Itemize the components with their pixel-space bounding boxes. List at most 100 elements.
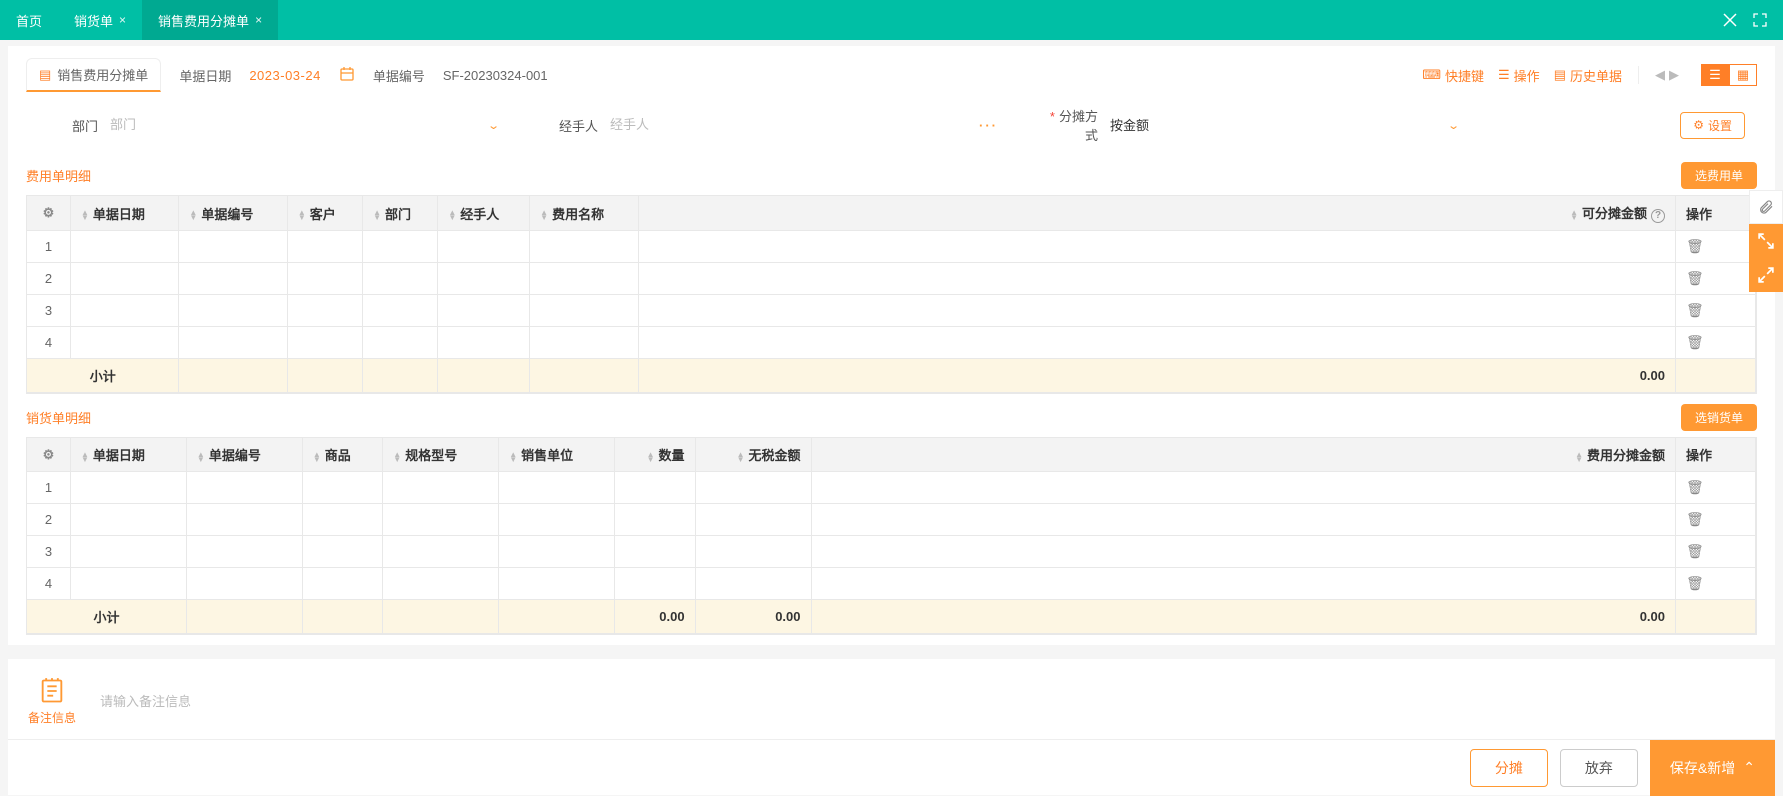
- shortcut-link[interactable]: ⌨快捷键: [1422, 66, 1484, 85]
- delete-icon[interactable]: 🗑: [1686, 238, 1704, 254]
- cell[interactable]: [71, 231, 179, 263]
- cell[interactable]: [288, 327, 363, 359]
- cell[interactable]: [812, 568, 1677, 600]
- cell[interactable]: [438, 263, 530, 295]
- cell[interactable]: [288, 263, 363, 295]
- calendar-icon[interactable]: [339, 66, 355, 85]
- cell[interactable]: [383, 504, 499, 536]
- cell[interactable]: [187, 536, 303, 568]
- cell[interactable]: [71, 504, 187, 536]
- gear-icon[interactable]: ⚙: [43, 205, 55, 220]
- cell[interactable]: [639, 327, 1676, 359]
- cell[interactable]: [438, 327, 530, 359]
- chevron-down-icon[interactable]: ⌄: [487, 119, 500, 132]
- select-sales-order-button[interactable]: 选销货单: [1681, 404, 1757, 431]
- delete-icon[interactable]: 🗑: [1686, 270, 1704, 286]
- cell[interactable]: [812, 472, 1677, 504]
- delete-icon[interactable]: 🗑: [1686, 302, 1704, 318]
- allocate-button[interactable]: 分摊: [1470, 749, 1548, 787]
- table-row[interactable]: 3🗑: [27, 536, 1756, 568]
- save-and-new-button[interactable]: 保存&新增⌃: [1650, 740, 1775, 796]
- cell[interactable]: [179, 295, 287, 327]
- cell[interactable]: [363, 263, 438, 295]
- chevron-down-icon[interactable]: ⌄: [1447, 119, 1460, 132]
- cell[interactable]: [639, 231, 1676, 263]
- close-icon[interactable]: ×: [255, 13, 262, 27]
- cell[interactable]: [303, 568, 383, 600]
- cell[interactable]: [288, 231, 363, 263]
- tab-sales-order[interactable]: 销货单×: [58, 0, 142, 40]
- handler-input[interactable]: [608, 113, 979, 137]
- select-fee-order-button[interactable]: 选费用单: [1681, 162, 1757, 189]
- alloc-select[interactable]: [1108, 113, 1449, 137]
- grid-view-icon[interactable]: ▦: [1729, 64, 1757, 86]
- cell[interactable]: [499, 504, 615, 536]
- discard-button[interactable]: 放弃: [1560, 749, 1638, 787]
- close-window-icon[interactable]: [1717, 7, 1743, 33]
- cell[interactable]: [363, 295, 438, 327]
- cell[interactable]: [187, 472, 303, 504]
- cell[interactable]: [615, 536, 695, 568]
- table-row[interactable]: 3🗑: [27, 295, 1756, 327]
- cell[interactable]: [438, 295, 530, 327]
- cell[interactable]: [179, 231, 287, 263]
- cell[interactable]: [187, 568, 303, 600]
- cell[interactable]: [71, 536, 187, 568]
- cell[interactable]: [303, 504, 383, 536]
- delete-icon[interactable]: 🗑: [1686, 511, 1704, 527]
- cell[interactable]: [363, 327, 438, 359]
- cell[interactable]: [71, 263, 179, 295]
- expand-icon[interactable]: [1749, 224, 1783, 258]
- prev-icon[interactable]: ◀: [1655, 67, 1665, 83]
- cell[interactable]: [615, 568, 695, 600]
- cell[interactable]: [438, 231, 530, 263]
- cell[interactable]: [530, 327, 638, 359]
- cell[interactable]: [812, 536, 1677, 568]
- list-view-icon[interactable]: ☰: [1701, 64, 1729, 86]
- next-icon[interactable]: ▶: [1669, 67, 1679, 83]
- cell[interactable]: [499, 472, 615, 504]
- cell[interactable]: [530, 263, 638, 295]
- cell[interactable]: [303, 536, 383, 568]
- table-row[interactable]: 2🗑: [27, 504, 1756, 536]
- table-row[interactable]: 2🗑: [27, 263, 1756, 295]
- dept-input[interactable]: [108, 113, 489, 137]
- attachment-icon[interactable]: [1749, 190, 1783, 224]
- date-value[interactable]: 2023-03-24: [249, 68, 321, 83]
- help-icon[interactable]: ?: [1651, 209, 1665, 223]
- table-row[interactable]: 1🗑: [27, 231, 1756, 263]
- cell[interactable]: [383, 536, 499, 568]
- gear-icon[interactable]: ⚙: [43, 447, 55, 462]
- cell[interactable]: [71, 295, 179, 327]
- collapse-icon[interactable]: [1749, 258, 1783, 292]
- history-link[interactable]: ▤历史单据: [1554, 66, 1622, 85]
- fullscreen-icon[interactable]: [1747, 7, 1773, 33]
- cell[interactable]: [303, 472, 383, 504]
- cell[interactable]: [288, 295, 363, 327]
- cell[interactable]: [696, 568, 812, 600]
- tab-sales-fee-alloc[interactable]: 销售费用分摊单×: [142, 0, 278, 40]
- cell[interactable]: [812, 504, 1677, 536]
- cell[interactable]: [179, 327, 287, 359]
- delete-icon[interactable]: 🗑: [1686, 479, 1704, 495]
- cell[interactable]: [499, 568, 615, 600]
- delete-icon[interactable]: 🗑: [1686, 543, 1704, 559]
- cell[interactable]: [179, 263, 287, 295]
- cell[interactable]: [187, 504, 303, 536]
- cell[interactable]: [71, 327, 179, 359]
- cell[interactable]: [383, 472, 499, 504]
- cell[interactable]: [530, 295, 638, 327]
- more-icon[interactable]: ···: [979, 118, 998, 133]
- cell[interactable]: [615, 472, 695, 504]
- cell[interactable]: [639, 263, 1676, 295]
- settings-button[interactable]: ⚙设置: [1680, 112, 1745, 139]
- cell[interactable]: [363, 231, 438, 263]
- table-row[interactable]: 1🗑: [27, 472, 1756, 504]
- cell[interactable]: [639, 295, 1676, 327]
- close-icon[interactable]: ×: [119, 13, 126, 27]
- cell[interactable]: [71, 472, 187, 504]
- cell[interactable]: [499, 536, 615, 568]
- cell[interactable]: [71, 568, 187, 600]
- tab-home[interactable]: 首页: [0, 0, 58, 40]
- cell[interactable]: [696, 472, 812, 504]
